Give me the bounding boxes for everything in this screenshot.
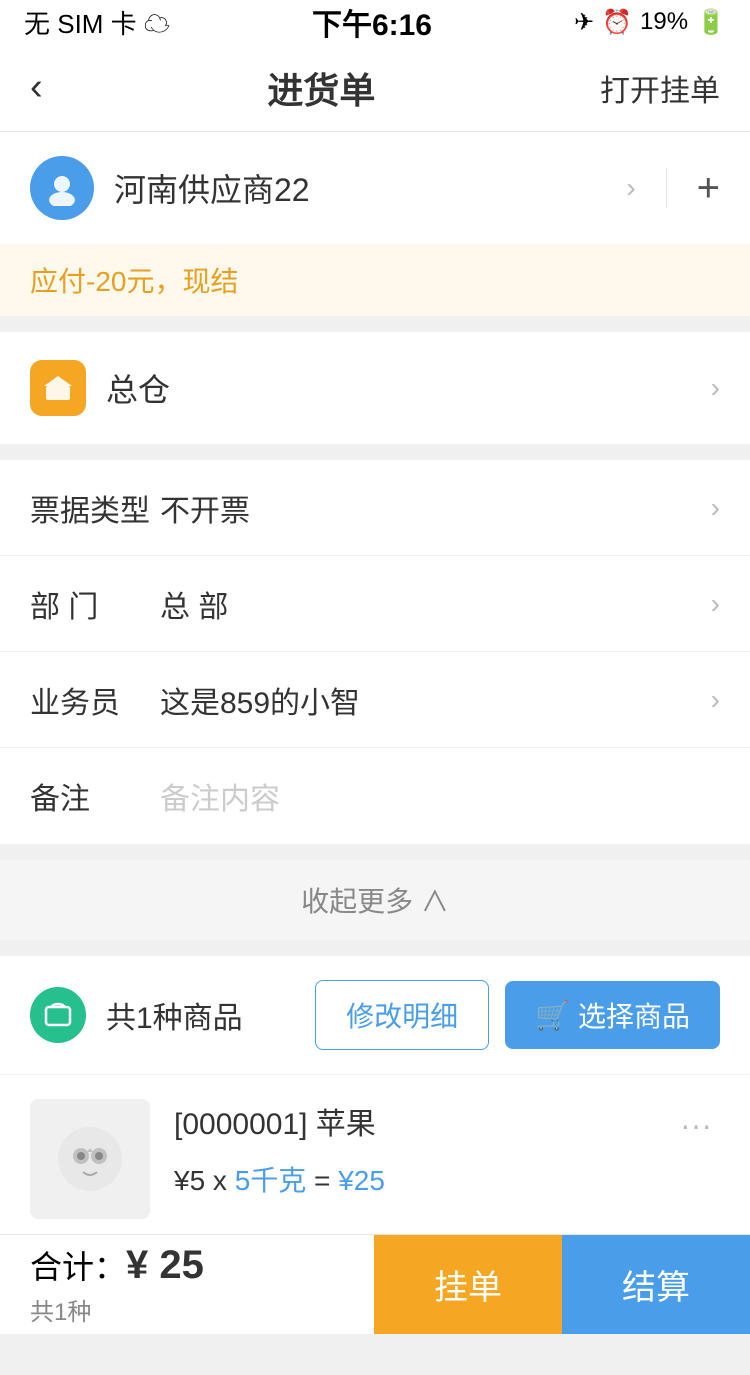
status-time: 下午6:16: [312, 0, 432, 44]
warehouse-name: 总仓: [106, 365, 711, 411]
total-value: ¥25: [338, 1165, 385, 1196]
salesperson-label: 业务员: [30, 678, 160, 722]
supplier-warning: 应付-20元，现结: [0, 244, 750, 316]
department-row[interactable]: 部 门 总 部 ›: [0, 556, 750, 652]
products-count: 共1种商品: [106, 993, 315, 1037]
alarm-icon: ⏰: [602, 8, 632, 37]
location-icon: ✈: [574, 8, 594, 37]
salesperson-value: 这是859的小智: [160, 678, 711, 722]
invoice-type-label: 票据类型: [30, 486, 160, 530]
supplier-avatar: [30, 156, 94, 220]
invoice-type-chevron: ›: [711, 492, 720, 524]
remark-row[interactable]: 备注 备注内容: [0, 748, 750, 844]
status-left: 无 SIM 卡 ☁: [24, 4, 170, 41]
total-count: 共1种: [30, 1292, 344, 1327]
nav-bar: ‹ 进货单 打开挂单: [0, 44, 750, 132]
product-item: [0000001] 苹果 ¥5 x 5千克 = ¥25 ···: [0, 1075, 750, 1243]
total-label: 合计：: [30, 1249, 126, 1285]
department-value: 总 部: [160, 582, 711, 626]
salesperson-chevron: ›: [711, 684, 720, 716]
supplier-row[interactable]: 河南供应商22 › +: [0, 132, 750, 244]
select-product-label: 选择商品: [578, 995, 690, 1035]
collapse-label: 收起更多 ∧: [301, 880, 449, 920]
department-chevron: ›: [711, 588, 720, 620]
total-section: 合计：¥ 25 共1种: [0, 1235, 374, 1334]
price-prefix: ¥5 x: [174, 1165, 235, 1196]
status-right: ✈ ⏰ 19% 🔋: [574, 8, 726, 37]
open-pending-button[interactable]: 打开挂单: [600, 66, 720, 110]
modify-detail-button[interactable]: 修改明细: [315, 980, 489, 1050]
battery-icon: 🔋: [696, 8, 726, 37]
sim-status: 无 SIM 卡 ☁: [24, 4, 170, 41]
form-section: 票据类型 不开票 › 部 门 总 部 › 业务员 这是859的小智 › 备注 备…: [0, 460, 750, 844]
quantity-value: 5千克: [235, 1165, 307, 1196]
product-more-button[interactable]: ···: [672, 1099, 720, 1152]
product-price: ¥5 x 5千克 = ¥25: [174, 1159, 672, 1199]
product-name: [0000001] 苹果: [174, 1099, 672, 1143]
product-info: [0000001] 苹果 ¥5 x 5千克 = ¥25: [174, 1099, 672, 1199]
department-label: 部 门: [30, 582, 160, 626]
equals-text: =: [306, 1165, 338, 1196]
remark-label: 备注: [30, 774, 160, 818]
checkout-button[interactable]: 结算: [562, 1235, 750, 1334]
remark-input[interactable]: 备注内容: [160, 774, 720, 818]
invoice-type-value: 不开票: [160, 486, 711, 530]
warehouse-icon: [30, 360, 86, 416]
salesperson-row[interactable]: 业务员 这是859的小智 ›: [0, 652, 750, 748]
back-button[interactable]: ‹: [30, 66, 43, 109]
hang-order-button[interactable]: 挂单: [374, 1235, 562, 1334]
supplier-chevron-icon: ›: [626, 172, 635, 204]
total-row: 合计：¥ 25: [30, 1242, 344, 1288]
supplier-section: 河南供应商22 › + 应付-20元，现结: [0, 132, 750, 316]
invoice-type-row[interactable]: 票据类型 不开票 ›: [0, 460, 750, 556]
select-product-icon: 🛒: [535, 999, 570, 1032]
total-amount: ¥ 25: [126, 1243, 204, 1287]
warehouse-chevron-icon: ›: [711, 372, 720, 404]
supplier-name: 河南供应商22: [114, 165, 626, 211]
products-icon: [30, 987, 86, 1043]
status-bar: 无 SIM 卡 ☁ 下午6:16 ✈ ⏰ 19% 🔋: [0, 0, 750, 44]
warehouse-section[interactable]: 总仓 ›: [0, 332, 750, 444]
product-thumbnail: [30, 1099, 150, 1219]
products-bar: 共1种商品 修改明细 🛒 选择商品: [0, 956, 750, 1074]
select-product-button[interactable]: 🛒 选择商品: [505, 981, 720, 1049]
add-supplier-button[interactable]: +: [666, 168, 720, 208]
collapse-bar[interactable]: 收起更多 ∧: [0, 860, 750, 940]
page-title: 进货单: [267, 62, 375, 114]
bottom-bar: 合计：¥ 25 共1种 挂单 结算: [0, 1234, 750, 1334]
battery-level: 19%: [640, 8, 688, 36]
